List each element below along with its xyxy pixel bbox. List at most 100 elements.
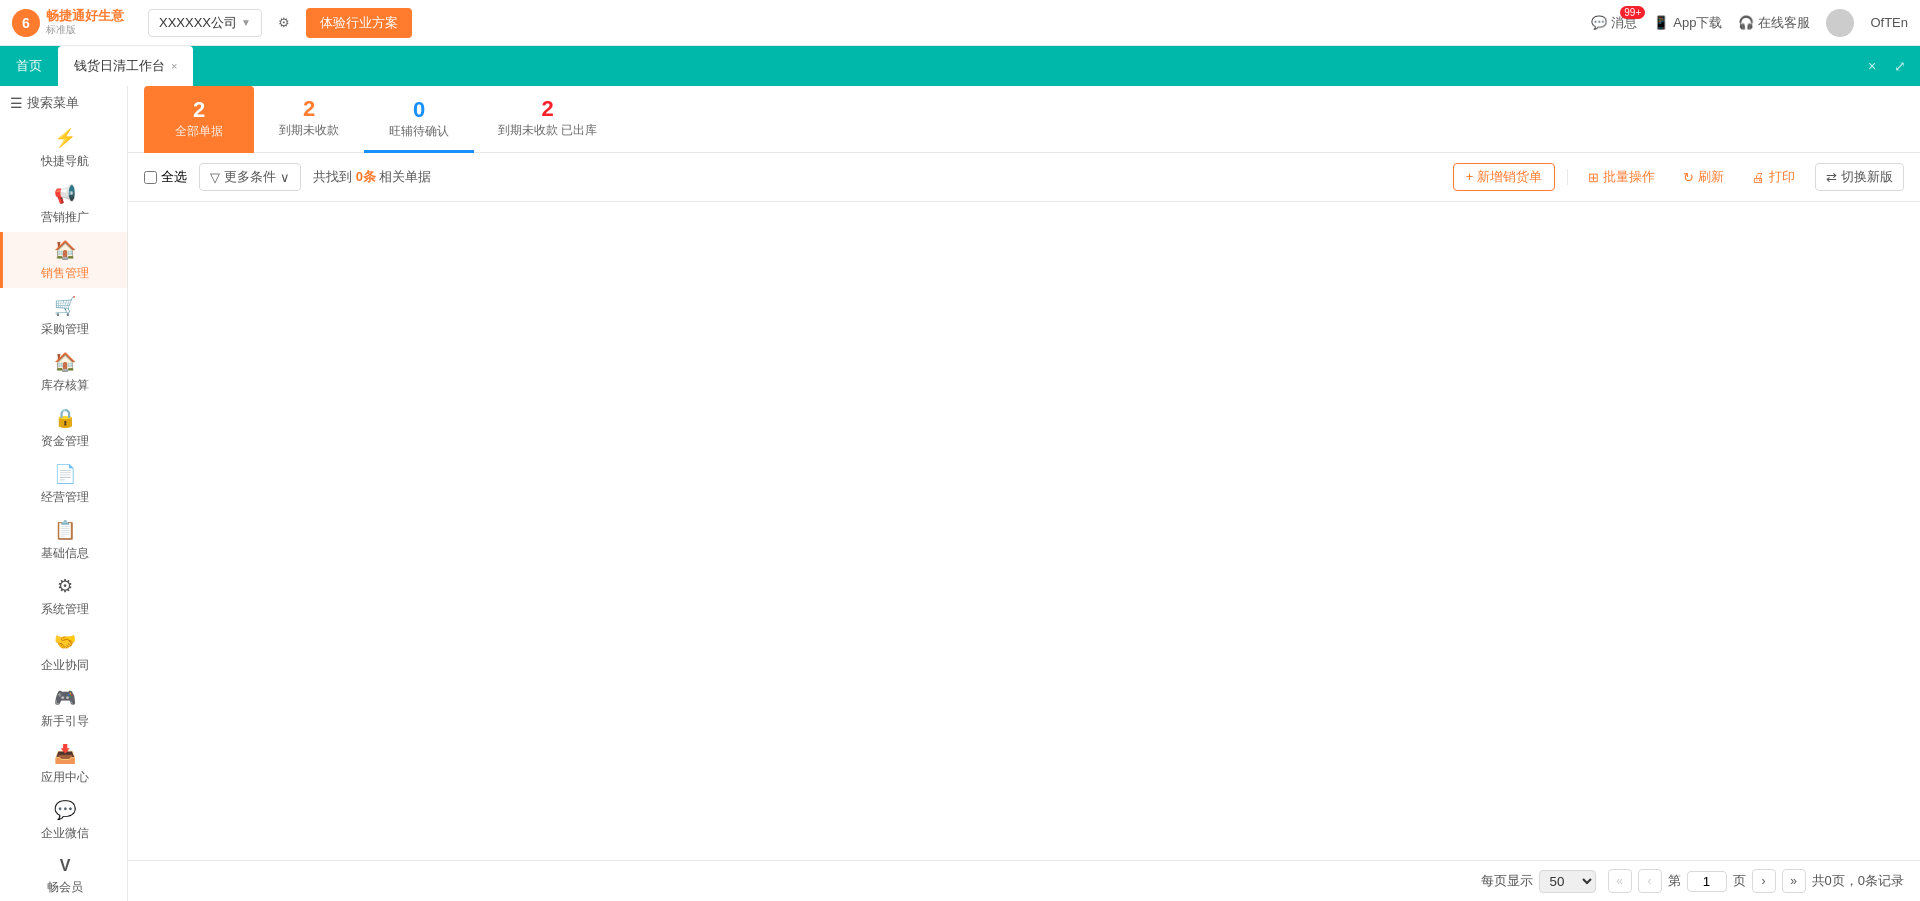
found-prefix: 共找到 xyxy=(313,169,352,184)
wechat-icon: 💬 xyxy=(54,799,76,821)
nav-actions: × ⤢ xyxy=(1860,54,1920,78)
next-page-button[interactable]: › xyxy=(1752,869,1776,893)
select-all-checkbox[interactable]: 全选 xyxy=(144,168,187,186)
company-selector[interactable]: XXXXXX公司 ▼ xyxy=(148,9,262,37)
marketing-icon: 📢 xyxy=(54,183,76,205)
sidebar-item-newbie[interactable]: 🎮 新手引导 xyxy=(0,680,127,736)
stat-num-overdue: 2 xyxy=(303,96,315,122)
stat-label-all: 全部单据 xyxy=(175,123,223,140)
app-download-label: App下载 xyxy=(1673,14,1722,32)
tab-home[interactable]: 首页 xyxy=(0,46,58,86)
sidebar-item-member[interactable]: V 畅会员 xyxy=(0,848,127,901)
prev-page-button[interactable]: ‹ xyxy=(1638,869,1662,893)
active-tab-label: 钱货日清工作台 xyxy=(74,57,165,75)
filter-chevron-icon: ∨ xyxy=(280,170,290,185)
member-icon: V xyxy=(60,857,71,875)
sidebar-item-enterprise[interactable]: 🤝 企业协同 xyxy=(0,624,127,680)
purchase-icon: 🛒 xyxy=(54,295,76,317)
filter-button[interactable]: ▽ 更多条件 ∨ xyxy=(199,163,301,191)
select-all-input[interactable] xyxy=(144,171,157,184)
username-label: OfTEn xyxy=(1870,15,1908,30)
first-page-button[interactable]: « xyxy=(1608,869,1632,893)
sidebar-item-quick-nav[interactable]: ⚡ 快捷导航 xyxy=(0,120,127,176)
content-area: 2 全部单据 2 到期未收款 0 旺辅待确认 2 到期未收款 已出库 全选 xyxy=(128,86,1920,901)
trial-button[interactable]: 体验行业方案 xyxy=(306,8,412,38)
basic-info-icon: 📋 xyxy=(54,519,76,541)
page-size-selector: 每页显示 50 100 200 xyxy=(1481,870,1596,893)
filter-label: 更多条件 xyxy=(224,168,276,186)
stat-label-overdue-unshipped: 到期未收款 已出库 xyxy=(498,122,597,139)
sidebar-item-sales[interactable]: 🏠 销售管理 xyxy=(0,232,127,288)
page-number-input[interactable] xyxy=(1687,871,1727,892)
page-size-label: 每页显示 xyxy=(1481,872,1533,890)
sidebar-item-operations[interactable]: 📄 经营管理 xyxy=(0,456,127,512)
wechat-label: 企业微信 xyxy=(41,825,89,842)
system-icon: ⚙ xyxy=(57,575,73,597)
sidebar-item-finance[interactable]: 🔒 资金管理 xyxy=(0,400,127,456)
batch-icon: ⊞ xyxy=(1588,170,1599,185)
app-center-icon: 📥 xyxy=(54,743,76,765)
phone-icon: 📱 xyxy=(1653,15,1669,30)
marketing-label: 营销推广 xyxy=(41,209,89,226)
sidebar-item-basic-info[interactable]: 📋 基础信息 xyxy=(0,512,127,568)
found-suffix: 相关单据 xyxy=(379,169,431,184)
nav-tabs: 首页 钱货日清工作台 × × ⤢ xyxy=(0,46,1920,86)
sidebar-item-purchase[interactable]: 🛒 采购管理 xyxy=(0,288,127,344)
toolbar-left: 全选 ▽ 更多条件 ∨ 共找到 0条 相关单据 xyxy=(144,163,1441,191)
last-page-button[interactable]: » xyxy=(1782,869,1806,893)
stat-tab-all[interactable]: 2 全部单据 xyxy=(144,86,254,153)
newbie-label: 新手引导 xyxy=(41,713,89,730)
system-label: 系统管理 xyxy=(41,601,89,618)
found-num: 0条 xyxy=(356,169,376,184)
close-window-button[interactable]: × xyxy=(1860,54,1884,78)
toolbar: 全选 ▽ 更多条件 ∨ 共找到 0条 相关单据 + 新增销货单 ⊞ 批 xyxy=(128,153,1920,202)
sidebar-item-wechat[interactable]: 💬 企业微信 xyxy=(0,792,127,848)
app-title: 畅捷通好生意 xyxy=(46,8,124,24)
refresh-button[interactable]: ↻ 刷新 xyxy=(1675,164,1732,190)
operations-icon: 📄 xyxy=(54,463,76,485)
switch-icon: ⇄ xyxy=(1826,170,1837,185)
message-button[interactable]: 💬 消息 99+ xyxy=(1591,14,1637,32)
sidebar-item-system[interactable]: ⚙ 系统管理 xyxy=(0,568,127,624)
stat-num-overdue-unshipped: 2 xyxy=(542,96,554,122)
stat-tab-overdue-unshipped[interactable]: 2 到期未收款 已出库 xyxy=(474,86,621,152)
close-tab-icon[interactable]: × xyxy=(171,60,177,72)
enterprise-label: 企业协同 xyxy=(41,657,89,674)
sidebar-item-marketing[interactable]: 📢 营销推广 xyxy=(0,176,127,232)
app-center-label: 应用中心 xyxy=(41,769,89,786)
sales-label: 销售管理 xyxy=(41,265,89,282)
sidebar-item-app-center[interactable]: 📥 应用中心 xyxy=(0,736,127,792)
chevron-down-icon: ▼ xyxy=(241,17,251,28)
refresh-label: 刷新 xyxy=(1698,168,1724,186)
search-menu-label: 搜索菜单 xyxy=(27,94,79,112)
sidebar-item-inventory[interactable]: 🏠 库存核算 xyxy=(0,344,127,400)
stats-tabs: 2 全部单据 2 到期未收款 0 旺辅待确认 2 到期未收款 已出库 xyxy=(128,86,1920,153)
headset-icon: 🎧 xyxy=(1738,15,1754,30)
inventory-icon: 🏠 xyxy=(54,351,76,373)
gear-icon: ⚙ xyxy=(278,15,290,30)
app-download-button[interactable]: 📱 App下载 xyxy=(1653,14,1722,32)
stat-tab-wangpu[interactable]: 0 旺辅待确认 xyxy=(364,86,474,153)
expand-window-button[interactable]: ⤢ xyxy=(1888,54,1912,78)
empty-state xyxy=(128,202,1920,860)
stat-num-all: 2 xyxy=(193,97,205,123)
avatar xyxy=(1826,9,1854,37)
logo-icon: 6 xyxy=(12,9,40,37)
page-size-select[interactable]: 50 100 200 xyxy=(1539,870,1596,893)
stat-tab-overdue[interactable]: 2 到期未收款 xyxy=(254,86,364,152)
add-sale-order-button[interactable]: + 新增销货单 xyxy=(1453,163,1555,191)
print-button[interactable]: 🖨 打印 xyxy=(1744,164,1803,190)
pagination: « ‹ 第 页 › » 共0页，0条记录 xyxy=(1608,869,1904,893)
switch-version-button[interactable]: ⇄ 切换新版 xyxy=(1815,163,1904,191)
top-header: 6 畅捷通好生意 标准版 XXXXXX公司 ▼ ⚙ 体验行业方案 💬 消息 99… xyxy=(0,0,1920,46)
tab-active[interactable]: 钱货日清工作台 × xyxy=(58,46,193,86)
online-service-label: 在线客服 xyxy=(1758,14,1810,32)
basic-info-label: 基础信息 xyxy=(41,545,89,562)
online-service-button[interactable]: 🎧 在线客服 xyxy=(1738,14,1810,32)
sidebar-search[interactable]: ☰ 搜索菜单 xyxy=(0,86,127,120)
logo-area: 6 畅捷通好生意 标准版 xyxy=(12,8,140,38)
message-icon: 💬 xyxy=(1591,15,1607,30)
total-text: 共0页，0条记录 xyxy=(1812,872,1904,890)
batch-operation-button[interactable]: ⊞ 批量操作 xyxy=(1580,164,1663,190)
settings-button[interactable]: ⚙ xyxy=(270,9,298,37)
